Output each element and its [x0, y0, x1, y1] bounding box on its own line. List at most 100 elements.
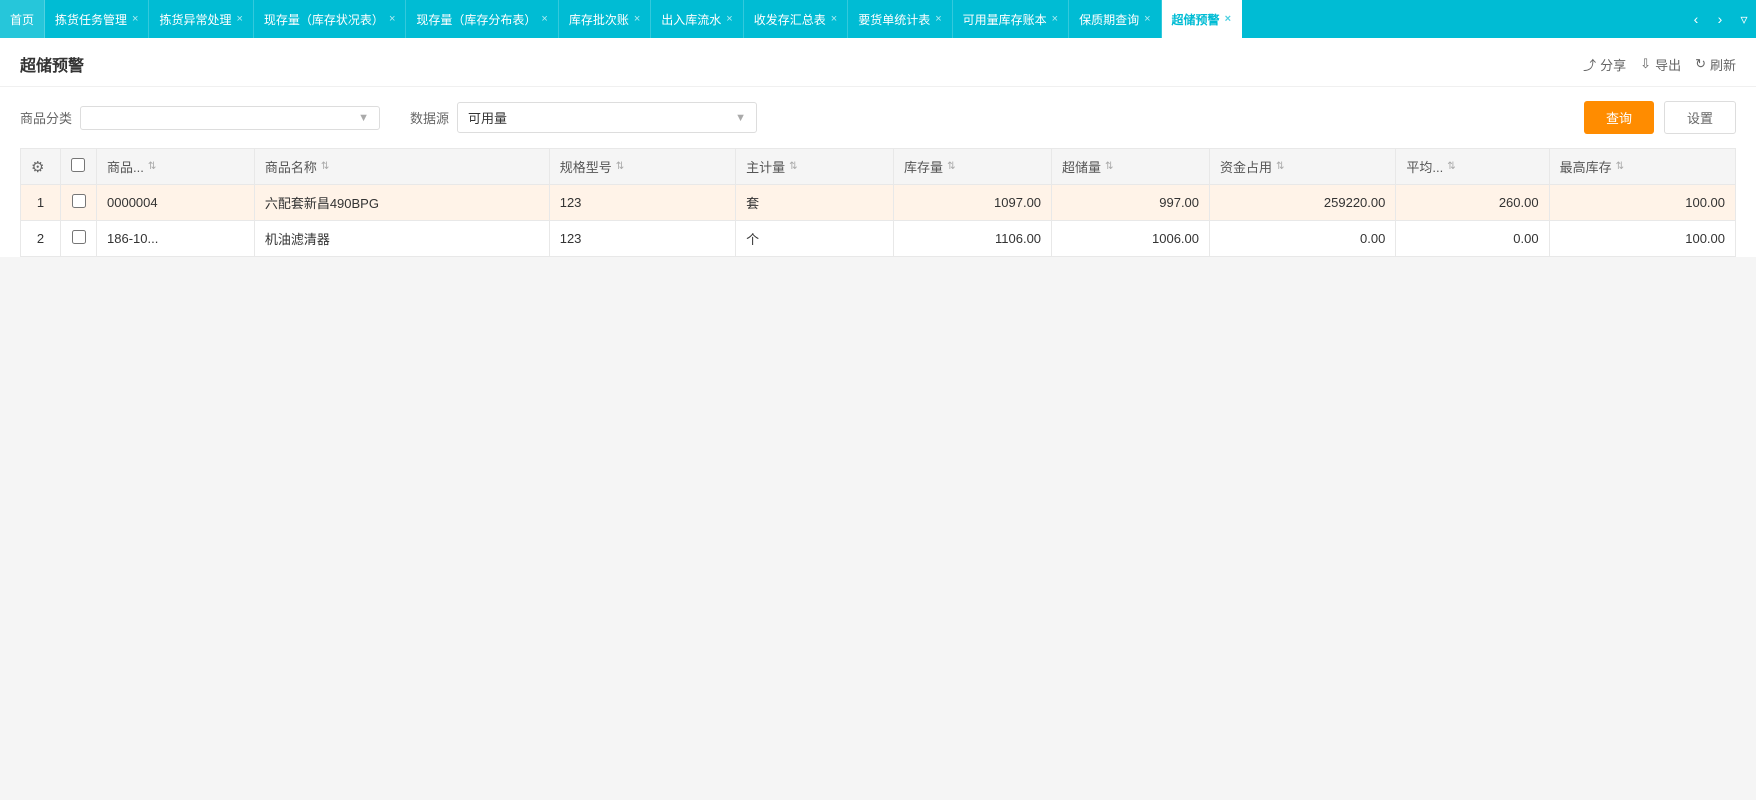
cell-avg: 0.00 [1396, 221, 1549, 257]
sort-icon: ⇅ [1276, 161, 1284, 172]
cell-overstock: 997.00 [1052, 185, 1210, 221]
sort-icon: ⇅ [1447, 161, 1455, 172]
table-header: ⚙ 商品...⇅ 商品名称⇅ 规格型号⇅ 主计量⇅ [21, 149, 1736, 185]
sort-icon: ⇅ [321, 161, 329, 172]
category-filter: 商品分类 ▼ [20, 106, 380, 130]
cell-overstock: 1006.00 [1052, 221, 1210, 257]
nav-tab-available-account[interactable]: 可用量库存账本 × [953, 0, 1069, 38]
nav-tab-stock-dist[interactable]: 现存量（库存分布表） × [406, 0, 558, 38]
cell-unit: 套 [736, 185, 894, 221]
datasource-filter: 数据源 可用量 ▼ [410, 102, 757, 133]
th-unit[interactable]: 主计量⇅ [736, 149, 894, 185]
cell-product-name: 六配套新昌490BPG [254, 185, 549, 221]
nav-arrows: ‹ › ▿ [1684, 0, 1756, 38]
close-tab-icon[interactable]: × [389, 13, 395, 25]
close-tab-icon[interactable]: × [541, 13, 547, 25]
cell-spec: 123 [549, 221, 735, 257]
nav-tab-stock-status[interactable]: 现存量（库存状况表） × [254, 0, 406, 38]
cell-product-code: 186-10... [97, 221, 255, 257]
share-icon: ⤴ [1583, 55, 1596, 74]
nav-tab-quality-check[interactable]: 保质期查询 × [1069, 0, 1161, 38]
nav-tab-collect-send[interactable]: 收发存汇总表 × [744, 0, 848, 38]
cell-max-stock: 100.00 [1549, 221, 1735, 257]
th-product-code[interactable]: 商品...⇅ [97, 149, 255, 185]
share-button[interactable]: ⤴ 分享 [1583, 55, 1626, 74]
close-tab-icon[interactable]: × [1225, 13, 1231, 25]
settings-button[interactable]: 设置 [1664, 101, 1736, 134]
cell-product-code: 0000004 [97, 185, 255, 221]
page-title: 超储预警 [20, 52, 84, 76]
nav-tab-batch-account[interactable]: 库存批次账 × [559, 0, 651, 38]
row-checkbox [61, 185, 97, 221]
sort-icon: ⇅ [616, 161, 624, 172]
cell-stock: 1106.00 [894, 221, 1052, 257]
sort-icon: ⇅ [148, 161, 156, 172]
export-icon: ⇩ [1640, 56, 1651, 72]
nav-tab-task-mgmt[interactable]: 拣货任务管理 × [45, 0, 149, 38]
close-tab-icon[interactable]: × [132, 13, 138, 25]
sort-icon: ⇅ [1105, 161, 1113, 172]
export-button[interactable]: ⇩ 导出 [1640, 55, 1681, 74]
sort-icon: ⇅ [789, 161, 797, 172]
category-select[interactable]: ▼ [80, 106, 380, 130]
datasource-value: 可用量 [468, 108, 507, 127]
th-max-stock[interactable]: 最高库存⇅ [1549, 149, 1735, 185]
nav-menu-arrow[interactable]: ▿ [1732, 0, 1756, 38]
close-tab-icon[interactable]: × [634, 13, 640, 25]
row-index: 2 [21, 221, 61, 257]
th-spec[interactable]: 规格型号⇅ [549, 149, 735, 185]
row-index: 1 [21, 185, 61, 221]
nav-tab-inout-flow[interactable]: 出入库流水 × [651, 0, 743, 38]
nav-tab-exception[interactable]: 拣货异常处理 × [149, 0, 253, 38]
nav-tab-home[interactable]: 首页 [0, 0, 45, 38]
datasource-label: 数据源 [410, 108, 449, 127]
table-body: 1 0000004六配套新昌490BPG123套1097.00997.002592… [21, 185, 1736, 257]
refresh-icon: ↻ [1695, 56, 1706, 72]
table-container: ⚙ 商品...⇅ 商品名称⇅ 规格型号⇅ 主计量⇅ [0, 148, 1756, 257]
cell-stock: 1097.00 [894, 185, 1052, 221]
nav-tabs-container: 首页拣货任务管理 ×拣货异常处理 ×现存量（库存状况表） ×现存量（库存分布表）… [0, 0, 1684, 38]
row-checkbox [61, 221, 97, 257]
row-select-checkbox[interactable] [72, 230, 86, 244]
close-tab-icon[interactable]: × [1052, 13, 1058, 25]
cell-spec: 123 [549, 185, 735, 221]
top-navigation: 首页拣货任务管理 ×拣货异常处理 ×现存量（库存状况表） ×现存量（库存分布表）… [0, 0, 1756, 38]
datasource-chevron-icon: ▼ [735, 112, 746, 124]
close-tab-icon[interactable]: × [726, 13, 732, 25]
table-row: 1 0000004六配套新昌490BPG123套1097.00997.002592… [21, 185, 1736, 221]
sort-icon: ⇅ [1616, 161, 1624, 172]
nav-left-arrow[interactable]: ‹ [1684, 0, 1708, 38]
close-tab-icon[interactable]: × [831, 13, 837, 25]
cell-capital: 259220.00 [1210, 185, 1396, 221]
nav-tab-order-stat[interactable]: 要货单统计表 × [848, 0, 952, 38]
query-button[interactable]: 查询 [1584, 101, 1654, 134]
datasource-select[interactable]: 可用量 ▼ [457, 102, 757, 133]
nav-tab-overstock-warning[interactable]: 超储预警 × [1162, 0, 1242, 38]
close-tab-icon[interactable]: × [935, 13, 941, 25]
row-select-checkbox[interactable] [72, 194, 86, 208]
select-all-checkbox[interactable] [71, 158, 85, 172]
nav-right-arrow[interactable]: › [1708, 0, 1732, 38]
cell-avg: 260.00 [1396, 185, 1549, 221]
data-table: ⚙ 商品...⇅ 商品名称⇅ 规格型号⇅ 主计量⇅ [20, 148, 1736, 257]
cell-max-stock: 100.00 [1549, 185, 1735, 221]
th-avg[interactable]: 平均...⇅ [1396, 149, 1549, 185]
th-capital[interactable]: 资金占用⇅ [1210, 149, 1396, 185]
cell-capital: 0.00 [1210, 221, 1396, 257]
table-row: 2186-10...机油滤清器123个1106.001006.000.000.0… [21, 221, 1736, 257]
refresh-button[interactable]: ↻ 刷新 [1695, 55, 1736, 74]
category-label: 商品分类 [20, 108, 72, 127]
page-content: 超储预警 ⤴ 分享 ⇩ 导出 ↻ 刷新 商品分类 ▼ 数据源 [0, 38, 1756, 257]
th-overstock[interactable]: 超储量⇅ [1052, 149, 1210, 185]
gear-icon[interactable]: ⚙ [31, 159, 44, 176]
th-product-name[interactable]: 商品名称⇅ [254, 149, 549, 185]
close-tab-icon[interactable]: × [236, 13, 242, 25]
th-settings: ⚙ [21, 149, 61, 185]
th-checkbox [61, 149, 97, 185]
close-tab-icon[interactable]: × [1144, 13, 1150, 25]
th-stock[interactable]: 库存量⇅ [894, 149, 1052, 185]
cell-product-name: 机油滤清器 [254, 221, 549, 257]
category-chevron-icon: ▼ [358, 112, 369, 124]
cell-unit: 个 [736, 221, 894, 257]
filter-bar: 商品分类 ▼ 数据源 可用量 ▼ 查询 设置 [0, 87, 1756, 148]
